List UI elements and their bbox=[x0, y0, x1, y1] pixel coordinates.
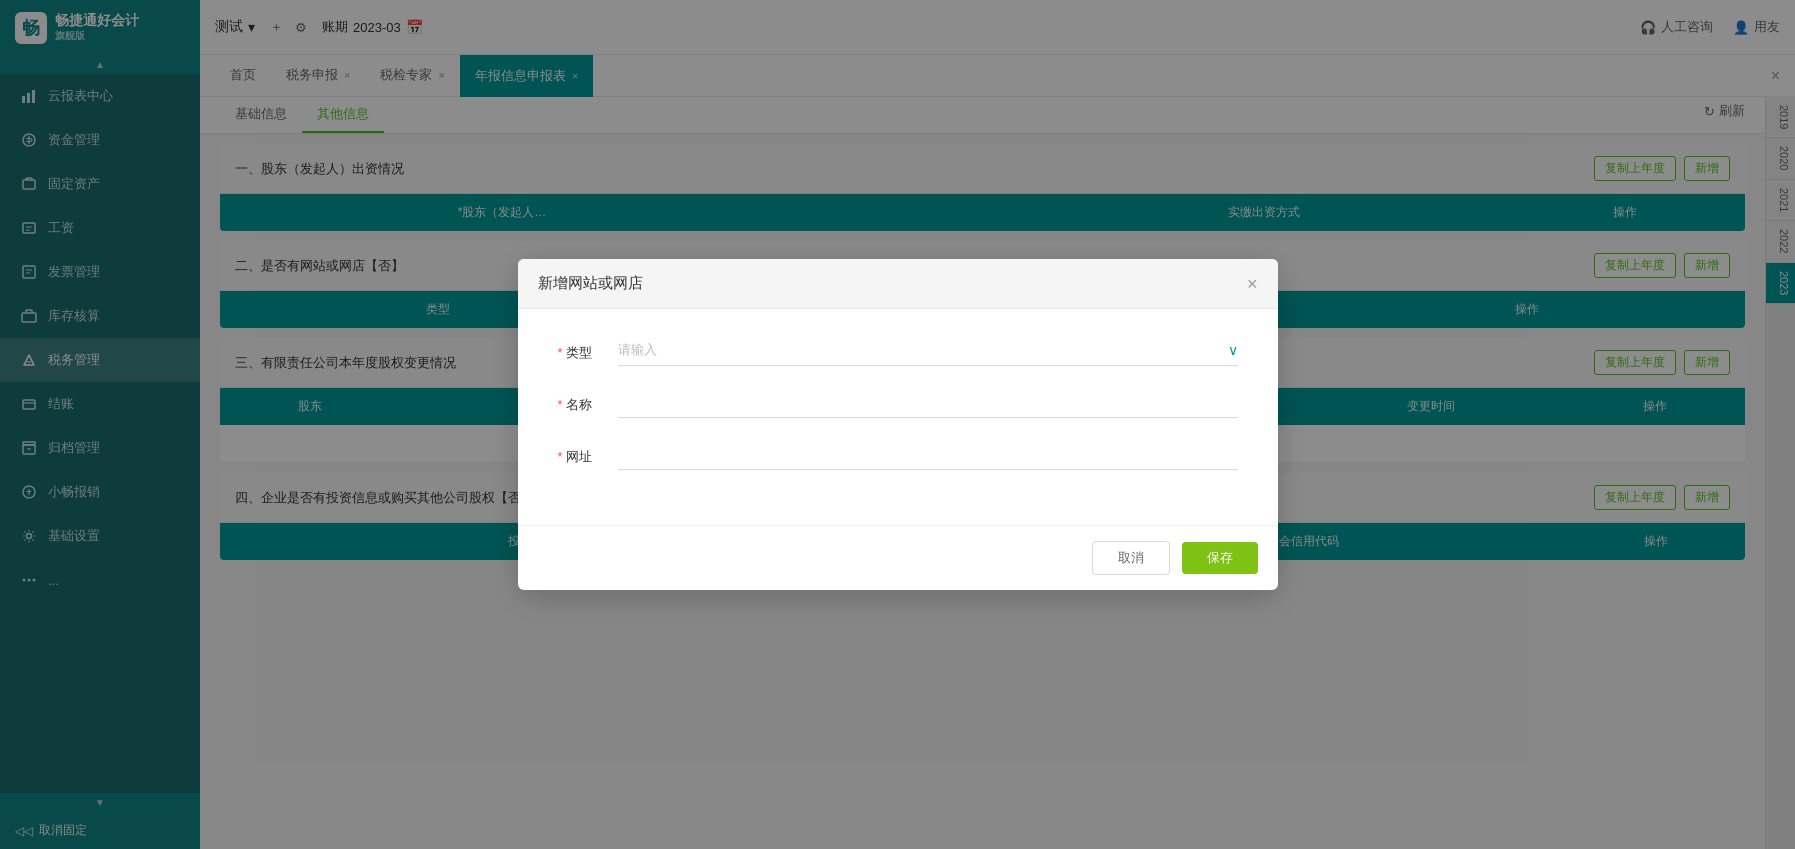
form-item-name: * 名称 bbox=[558, 391, 1238, 418]
modal-body: * 类型 ∨ * 名称 * bbox=[518, 309, 1278, 525]
add-website-modal: 新增网站或网店 × * 类型 ∨ * 名称 bbox=[518, 259, 1278, 590]
form-item-type: * 类型 ∨ bbox=[558, 339, 1238, 366]
required-mark-url: * bbox=[558, 449, 563, 464]
dropdown-icon[interactable]: ∨ bbox=[1228, 342, 1238, 358]
type-input[interactable] bbox=[618, 339, 1228, 360]
modal-title: 新增网站或网店 bbox=[538, 274, 643, 293]
form-item-url: * 网址 bbox=[558, 443, 1238, 470]
modal-footer: 取消 保存 bbox=[518, 525, 1278, 590]
modal-close-button[interactable]: × bbox=[1247, 275, 1258, 293]
modal-overlay: 新增网站或网店 × * 类型 ∨ * 名称 bbox=[0, 0, 1795, 849]
url-input-wrap bbox=[618, 443, 1238, 470]
required-mark: * bbox=[558, 345, 563, 360]
modal-header: 新增网站或网店 × bbox=[518, 259, 1278, 309]
form-label-url: * 网址 bbox=[558, 448, 618, 466]
form-label-type: * 类型 bbox=[558, 344, 618, 362]
save-button[interactable]: 保存 bbox=[1182, 542, 1258, 574]
name-input-wrap bbox=[618, 391, 1238, 418]
url-input[interactable] bbox=[618, 443, 1238, 464]
type-input-wrap: ∨ bbox=[618, 339, 1238, 366]
form-label-name: * 名称 bbox=[558, 396, 618, 414]
required-mark-name: * bbox=[558, 397, 563, 412]
name-input[interactable] bbox=[618, 391, 1238, 412]
cancel-button[interactable]: 取消 bbox=[1092, 541, 1170, 575]
